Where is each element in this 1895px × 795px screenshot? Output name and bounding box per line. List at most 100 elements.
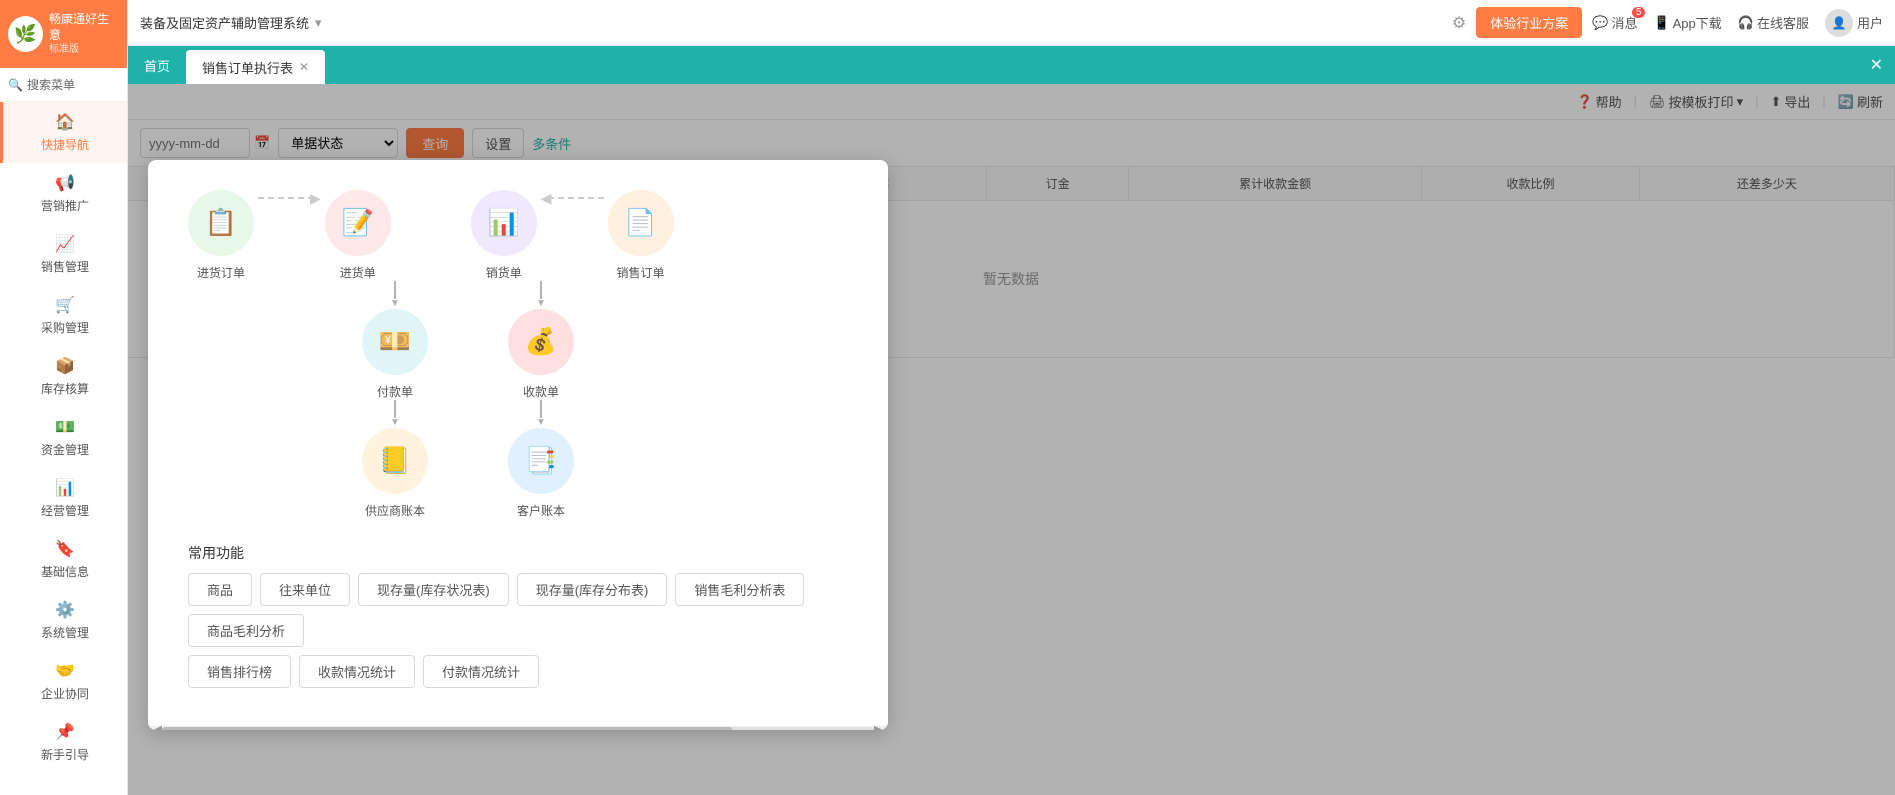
down-arrow-sale: ▼	[508, 281, 574, 309]
sidebar: 🌿 畅康通好生意 标准版 🔍 搜索菜单 🏠 快捷导航 📢 营销推广 📈 销售管理	[0, 0, 128, 795]
sidebar-item-marketing[interactable]: 📢 营销推广	[0, 163, 127, 224]
app-download-action[interactable]: 📱 App下载	[1653, 13, 1721, 32]
flow-col-sale-bill: 📊 销货单	[471, 190, 537, 281]
flow-col-receipt: 💰 收款单	[508, 309, 574, 400]
arrow-h2: ◀	[541, 190, 604, 229]
receipt-bill-label: 收款单	[523, 383, 559, 400]
btn-stock-dist[interactable]: 现存量(库存分布表)	[517, 573, 668, 606]
arrow-h1: ▶	[258, 190, 321, 229]
customer-account-label: 客户账本	[517, 502, 565, 519]
topbar: 装备及固定资产辅助管理系统 ▾ ⚙ 体验行业方案 💬 消息 5 📱 App下载 …	[128, 0, 1895, 46]
home-icon: 🏠	[55, 112, 75, 132]
popup-scrollbar: ◀ ▶	[148, 726, 888, 730]
purchase-order-icon[interactable]: 📋	[188, 190, 254, 256]
btn-sales-rank[interactable]: 销售排行榜	[188, 655, 291, 688]
scroll-right-arrow[interactable]: ▶	[874, 722, 884, 730]
sidebar-item-guide[interactable]: 📌 新手引导	[0, 712, 127, 773]
system-title-area: 装备及固定资产辅助管理系统 ▾	[140, 13, 1442, 32]
message-icon: 💬	[1592, 15, 1608, 31]
app-container: 🌿 畅康通好生意 标准版 🔍 搜索菜单 🏠 快捷导航 📢 营销推广 📈 销售管理	[0, 0, 1895, 795]
common-buttons-row2: 销售排行榜 收款情况统计 付款情况统计	[188, 655, 848, 688]
scroll-left-arrow[interactable]: ◀	[152, 722, 162, 730]
purchase-order-label: 进货订单	[197, 264, 245, 281]
purchase-bill-icon[interactable]: 📝	[325, 190, 391, 256]
dropdown-icon[interactable]: ▾	[315, 15, 322, 31]
main: 装备及固定资产辅助管理系统 ▾ ⚙ 体验行业方案 💬 消息 5 📱 App下载 …	[128, 0, 1895, 795]
box-icon: 📦	[55, 356, 75, 376]
topbar-actions: 💬 消息 5 📱 App下载 🎧 在线客服 👤 用户	[1592, 9, 1883, 37]
flow-row1: 📋 进货订单 ▶	[188, 190, 848, 281]
sidebar-item-sales[interactable]: 📈 销售管理	[0, 224, 127, 285]
popup: 📋 进货订单 ▶	[148, 160, 888, 730]
common-buttons-row1: 商品 往来单位 现存量(库存状况表) 现存量(库存分布表) 销售毛利分析表 商品…	[188, 573, 848, 647]
down-arrow-purchase: ▼	[362, 281, 428, 309]
settings-icon[interactable]: ⚙	[1452, 13, 1466, 33]
flow-col-purchase-order: 📋 进货订单	[188, 190, 254, 281]
system-title: 装备及固定资产辅助管理系统	[140, 13, 309, 32]
flow-col-payment: 💴 付款单	[362, 309, 428, 400]
message-badge: 5	[1632, 7, 1646, 18]
handshake-icon: 🤝	[55, 661, 75, 681]
operations-icon: 📊	[55, 478, 75, 498]
sidebar-item-operations[interactable]: 📊 经营管理	[0, 468, 127, 529]
sidebar-search[interactable]: 🔍 搜索菜单	[0, 68, 127, 102]
megaphone-icon: 📢	[55, 173, 75, 193]
flow-arrows-row2: ▼ ▼	[188, 400, 848, 428]
close-all-tabs[interactable]: ✕	[1870, 55, 1883, 75]
logo-text: 畅康通好生意 标准版	[49, 12, 119, 56]
sale-order-label: 销售订单	[617, 264, 665, 281]
tab-close-icon[interactable]: ✕	[299, 60, 309, 74]
pin-icon: 📌	[55, 722, 75, 742]
btn-sales-gross[interactable]: 销售毛利分析表	[675, 573, 804, 606]
user-area[interactable]: 👤 用户	[1825, 9, 1883, 37]
btn-receipt-stats[interactable]: 收款情况统计	[299, 655, 415, 688]
headset-icon: 🎧	[1738, 15, 1754, 31]
tab-sales-order[interactable]: 销售订单执行表 ✕	[186, 50, 325, 84]
sidebar-item-purchase[interactable]: 🛒 采购管理	[0, 285, 127, 346]
flow-col-customer-account: 📑 客户账本	[508, 428, 574, 519]
money-icon: 💵	[55, 417, 75, 437]
sidebar-item-quicknav[interactable]: 🏠 快捷导航	[0, 102, 127, 163]
supplier-account-icon[interactable]: 📒	[362, 428, 428, 494]
btn-goods[interactable]: 商品	[188, 573, 252, 606]
receipt-bill-icon[interactable]: 💰	[508, 309, 574, 375]
flow-section: 📋 进货订单 ▶	[188, 190, 848, 519]
sale-bill-icon[interactable]: 📊	[471, 190, 537, 256]
payment-bill-label: 付款单	[377, 383, 413, 400]
sale-order-icon[interactable]: 📄	[608, 190, 674, 256]
scrollbar-track[interactable]	[162, 727, 874, 730]
customer-account-icon[interactable]: 📑	[508, 428, 574, 494]
content: ❓ 帮助 | 🖨 按模板打印 ▾ | ⬆ 导出 | 🔄 刷新	[128, 84, 1895, 795]
sidebar-item-inventory[interactable]: 📦 库存核算	[0, 346, 127, 407]
flow-col-purchase-bill: 📝 进货单	[325, 190, 391, 281]
btn-stock-status[interactable]: 现存量(库存状况表)	[358, 573, 509, 606]
supplier-account-label: 供应商账本	[365, 502, 425, 519]
sidebar-item-finance[interactable]: 💵 资金管理	[0, 407, 127, 468]
sidebar-nav: 🏠 快捷导航 📢 营销推广 📈 销售管理 🛒 采购管理 📦 库存核算 💵	[0, 102, 127, 795]
btn-payment-stats[interactable]: 付款情况统计	[423, 655, 539, 688]
popup-overlay[interactable]: 📋 进货订单 ▶	[128, 84, 1895, 795]
payment-bill-icon[interactable]: 💴	[362, 309, 428, 375]
scrollbar-thumb[interactable]	[162, 727, 732, 730]
btn-counterparty[interactable]: 往来单位	[260, 573, 350, 606]
tab-home[interactable]: 首页	[128, 46, 186, 84]
sidebar-item-basicinfo[interactable]: 🔖 基础信息	[0, 529, 127, 590]
down-arrow-receipt: ▼	[508, 400, 574, 428]
experience-btn[interactable]: 体验行业方案	[1476, 7, 1582, 38]
sidebar-item-collab[interactable]: 🤝 企业协同	[0, 651, 127, 712]
btn-goods-gross[interactable]: 商品毛利分析	[188, 614, 304, 647]
purchase-bill-label: 进货单	[340, 264, 376, 281]
flow-row2: 💴 付款单 💰 收款单	[188, 309, 848, 400]
sidebar-item-system[interactable]: ⚙️ 系统管理	[0, 590, 127, 651]
popup-inner: 📋 进货订单 ▶	[148, 160, 888, 726]
sidebar-logo: 🌿 畅康通好生意 标准版	[0, 0, 127, 68]
common-title: 常用功能	[188, 543, 848, 563]
cart-icon: 🛒	[55, 295, 75, 315]
tabbar: 首页 销售订单执行表 ✕ ✕	[128, 46, 1895, 84]
gear-icon: ⚙️	[55, 600, 75, 620]
message-action[interactable]: 💬 消息 5	[1592, 13, 1637, 32]
common-section: 常用功能 商品 往来单位 现存量(库存状况表) 现存量(库存分布表) 销售毛利分…	[188, 543, 848, 688]
search-icon: 🔍	[8, 78, 23, 92]
online-service-action[interactable]: 🎧 在线客服	[1738, 13, 1809, 32]
down-arrow-payment: ▼	[362, 400, 428, 428]
